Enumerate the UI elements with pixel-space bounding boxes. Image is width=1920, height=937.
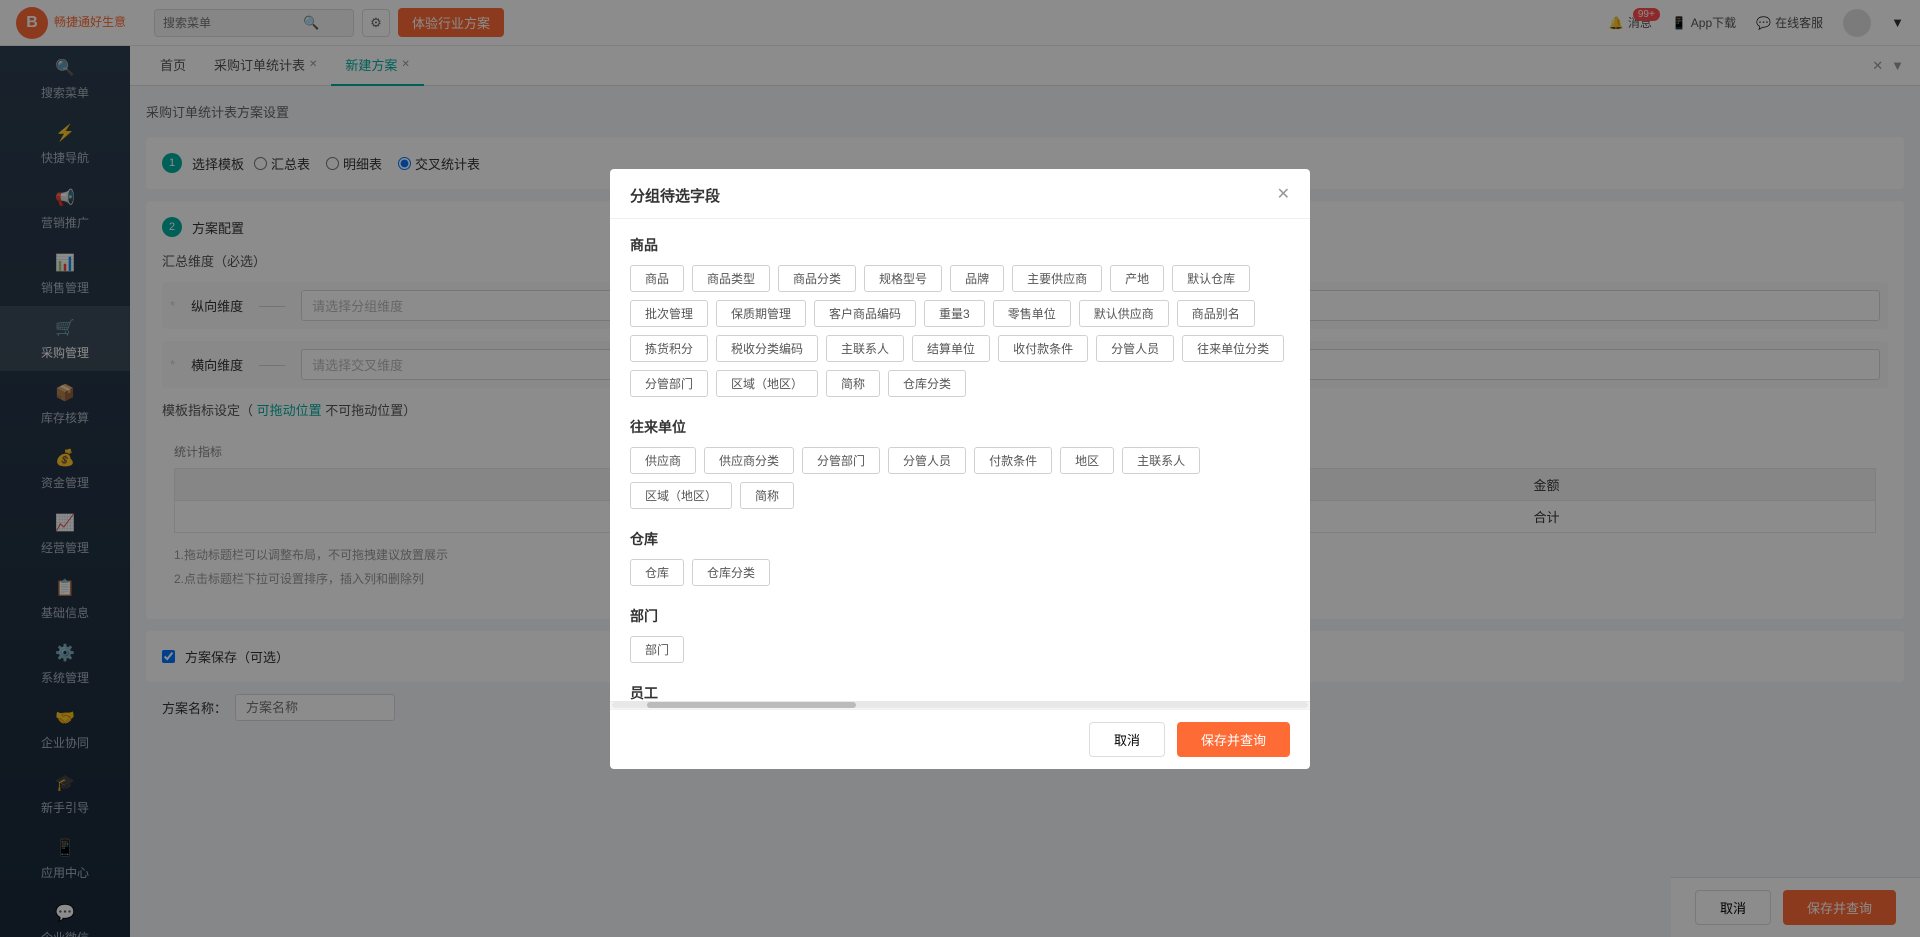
field-chip-lwdwfl[interactable]: 往来单位分类 xyxy=(1182,335,1284,362)
field-chip-ckfl2[interactable]: 仓库分类 xyxy=(692,559,770,586)
field-chip-khspbm[interactable]: 客户商品编码 xyxy=(814,300,916,327)
field-chip-phkjf[interactable]: 拣货积分 xyxy=(630,335,708,362)
field-chip-gys[interactable]: 供应商 xyxy=(630,447,696,474)
field-chip-dq[interactable]: 地区 xyxy=(1060,447,1114,474)
field-group-title-department: 部门 xyxy=(630,606,1290,626)
field-group-title-employee: 员工 xyxy=(630,683,1290,701)
field-chip-zygys[interactable]: 主要供应商 xyxy=(1012,265,1102,292)
field-chips-department: 部门 xyxy=(630,636,1290,663)
modal-close-button[interactable]: ✕ xyxy=(1277,187,1290,203)
field-chip-mrgys[interactable]: 默认供应商 xyxy=(1079,300,1169,327)
field-chip-ckfl[interactable]: 仓库分类 xyxy=(888,370,966,397)
field-chip-mrkc[interactable]: 默认仓库 xyxy=(1172,265,1250,292)
field-chip-jc2[interactable]: 简称 xyxy=(740,482,794,509)
field-group-title-warehouse: 仓库 xyxy=(630,529,1290,549)
modal-footer: 取消 保存并查询 xyxy=(610,709,1310,769)
field-group-title-partner: 往来单位 xyxy=(630,417,1290,437)
modal-title: 分组待选字段 xyxy=(630,185,720,206)
field-chip-sk款tjtj[interactable]: 收付款条件 xyxy=(998,335,1088,362)
field-chip-bzqgl[interactable]: 保质期管理 xyxy=(716,300,806,327)
field-chip-bm[interactable]: 部门 xyxy=(630,636,684,663)
field-chip-ck[interactable]: 仓库 xyxy=(630,559,684,586)
modal-overlay: 分组待选字段 ✕ 商品商品商品类型商品分类规格型号品牌主要供应商产地默认仓库批次… xyxy=(0,0,1920,937)
modal-hscroll[interactable] xyxy=(610,701,1310,709)
field-chip-cd[interactable]: 产地 xyxy=(1110,265,1164,292)
field-chip-zl3[interactable]: 重量3 xyxy=(924,300,985,327)
field-chip-fktj[interactable]: 付款条件 xyxy=(974,447,1052,474)
field-chips-partner: 供应商供应商分类分管部门分管人员付款条件地区主联系人区域（地区） 简称 xyxy=(630,447,1290,509)
field-chip-pp[interactable]: 品牌 xyxy=(950,265,1004,292)
field-chip-splx[interactable]: 商品类型 xyxy=(692,265,770,292)
hscroll-track xyxy=(612,702,1308,708)
field-chip-fgbm2[interactable]: 分管部门 xyxy=(802,447,880,474)
field-chip-ssfldmbm[interactable]: 税收分类编码 xyxy=(716,335,818,362)
field-chips-warehouse: 仓库仓库分类 xyxy=(630,559,1290,586)
field-group-product: 商品商品商品类型商品分类规格型号品牌主要供应商产地默认仓库批次管理保质期管理客户… xyxy=(630,235,1290,397)
field-chip-zlxsr2[interactable]: 主联系人 xyxy=(1122,447,1200,474)
field-chip-pcgl[interactable]: 批次管理 xyxy=(630,300,708,327)
field-chip-lsdw[interactable]: 零售单位 xyxy=(993,300,1071,327)
field-group-warehouse: 仓库仓库仓库分类 xyxy=(630,529,1290,586)
field-chips-product: 商品商品类型商品分类规格型号品牌主要供应商产地默认仓库批次管理保质期管理客户商品… xyxy=(630,265,1290,397)
field-group-partner: 往来单位供应商供应商分类分管部门分管人员付款条件地区主联系人区域（地区） 简称 xyxy=(630,417,1290,509)
field-chip-zlxsr[interactable]: 主联系人 xyxy=(826,335,904,362)
field-chip-qy[interactable]: 区域（地区） xyxy=(716,370,818,397)
modal-body: 商品商品商品类型商品分类规格型号品牌主要供应商产地默认仓库批次管理保质期管理客户… xyxy=(610,219,1310,701)
field-chip-spfl[interactable]: 商品分类 xyxy=(778,265,856,292)
field-chip-ggxm[interactable]: 规格型号 xyxy=(864,265,942,292)
modal-confirm-button[interactable]: 保存并查询 xyxy=(1177,722,1290,757)
field-chip-fgry[interactable]: 分管人员 xyxy=(1096,335,1174,362)
field-chip-gysfl[interactable]: 供应商分类 xyxy=(704,447,794,474)
field-group-employee: 员工业务员 xyxy=(630,683,1290,701)
field-chip-jc[interactable]: 简称 xyxy=(826,370,880,397)
field-chip-sp[interactable]: 商品 xyxy=(630,265,684,292)
modal-header: 分组待选字段 ✕ xyxy=(610,169,1310,219)
hscroll-thumb xyxy=(647,702,856,708)
field-chip-fgbm[interactable]: 分管部门 xyxy=(630,370,708,397)
field-chip-fgry2[interactable]: 分管人员 xyxy=(888,447,966,474)
field-chip-qy2[interactable]: 区域（地区） xyxy=(630,482,732,509)
field-chip-jsdw[interactable]: 结算单位 xyxy=(912,335,990,362)
modal-cancel-button[interactable]: 取消 xyxy=(1089,722,1165,757)
field-chip-spbm[interactable]: 商品别名 xyxy=(1177,300,1255,327)
field-group-department: 部门部门 xyxy=(630,606,1290,663)
modal-dialog: 分组待选字段 ✕ 商品商品商品类型商品分类规格型号品牌主要供应商产地默认仓库批次… xyxy=(610,169,1310,769)
field-group-title-product: 商品 xyxy=(630,235,1290,255)
